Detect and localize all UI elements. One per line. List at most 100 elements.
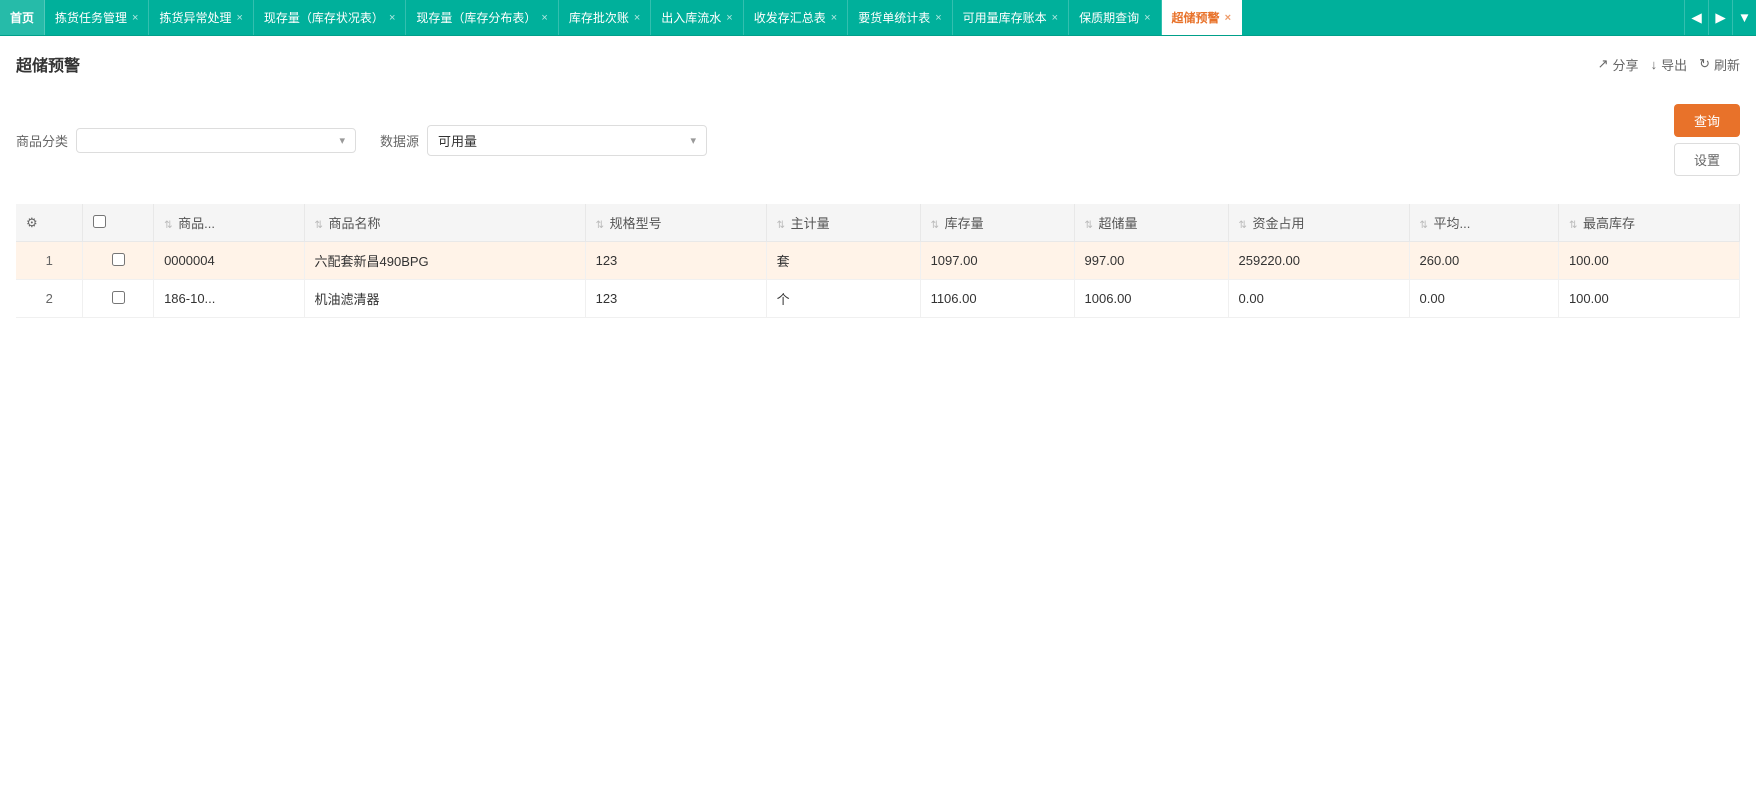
nav-item-batch[interactable]: 库存批次账 × [559, 0, 651, 35]
datasource-select[interactable]: 可用量 ▾ [427, 125, 707, 156]
nav-item-inventory-dist[interactable]: 现存量（库存分布表） × [406, 0, 558, 35]
nav-close-icon[interactable]: × [132, 12, 138, 24]
col-product-code[interactable]: ⇅ 商品... [154, 204, 304, 242]
nav-label: 收发存汇总表 [754, 9, 826, 26]
nav-item-inout-flow[interactable]: 出入库流水 × [651, 0, 743, 35]
share-label: 分享 [1613, 55, 1639, 74]
nav-more-button[interactable]: ▼ [1732, 0, 1756, 36]
export-icon: ↓ [1651, 57, 1658, 72]
select-all-checkbox[interactable] [93, 215, 106, 228]
nav-item-abnormal[interactable]: 拣货异常处理 × [149, 0, 253, 35]
datasource-value: 可用量 [438, 131, 477, 150]
sort-icon: ⇅ [1420, 220, 1428, 231]
col-settings: ⚙ [16, 204, 83, 242]
nav-close-icon[interactable]: × [389, 12, 395, 24]
nav-prev-button[interactable]: ◀ [1684, 0, 1708, 36]
col-label: 规格型号 [610, 216, 662, 231]
nav-close-icon[interactable]: × [1225, 12, 1231, 24]
nav-item-home[interactable]: 首页 [0, 0, 45, 35]
stock: 1106.00 [920, 280, 1074, 318]
nav-label: 出入库流水 [661, 9, 721, 26]
table-row: 2 186-10... 机油滤清器 123 个 1106.00 1006.00 … [16, 280, 1740, 318]
nav-label: 现存量（库存状况表） [264, 9, 384, 26]
nav-close-icon[interactable]: × [541, 12, 547, 24]
nav-item-quality-check[interactable]: 保质期查询 × [1069, 0, 1161, 35]
sort-icon: ⇅ [164, 220, 172, 231]
query-button[interactable]: 查询 [1674, 104, 1740, 137]
row-checkbox-cell [83, 280, 154, 318]
unit: 套 [766, 242, 920, 280]
row-number: 1 [16, 242, 83, 280]
nav-close-icon[interactable]: × [831, 12, 837, 24]
nav-item-overstock-warning[interactable]: 超储预警 × [1162, 0, 1242, 35]
nav-close-icon[interactable]: × [935, 12, 941, 24]
row-checkbox[interactable] [112, 291, 125, 304]
category-select[interactable]: ▾ [76, 128, 356, 153]
sort-icon: ⇅ [931, 220, 939, 231]
nav-label: 保质期查询 [1079, 9, 1139, 26]
chevron-down-icon: ▾ [691, 134, 697, 147]
nav-label: 超储预警 [1172, 9, 1220, 26]
product-name: 机油滤清器 [304, 280, 585, 318]
sort-icon: ⇅ [1239, 220, 1247, 231]
spec: 123 [585, 242, 766, 280]
capital: 259220.00 [1228, 242, 1409, 280]
nav-label: 可用量库存账本 [963, 9, 1047, 26]
nav-close-icon[interactable]: × [634, 12, 640, 24]
col-unit[interactable]: ⇅ 主计量 [766, 204, 920, 242]
nav-item-collect-summary[interactable]: 收发存汇总表 × [744, 0, 848, 35]
nav-item-available-ledger[interactable]: 可用量库存账本 × [953, 0, 1069, 35]
col-capital[interactable]: ⇅ 资金占用 [1228, 204, 1409, 242]
table-header-row: ⚙ ⇅ 商品... ⇅ 商品名称 ⇅ 规格型号 ⇅ [16, 204, 1740, 242]
avg: 260.00 [1409, 242, 1558, 280]
col-max-stock[interactable]: ⇅ 最高库存 [1558, 204, 1739, 242]
nav-bar: 首页 拣货任务管理 × 拣货异常处理 × 现存量（库存状况表） × 现存量（库存… [0, 0, 1756, 36]
col-label: 商品... [178, 216, 215, 231]
capital: 0.00 [1228, 280, 1409, 318]
nav-home-label: 首页 [10, 9, 34, 26]
product-name: 六配套新昌490BPG [304, 242, 585, 280]
col-stock[interactable]: ⇅ 库存量 [920, 204, 1074, 242]
nav-close-icon[interactable]: × [1052, 12, 1058, 24]
nav-item-task-mgmt[interactable]: 拣货任务管理 × [45, 0, 149, 35]
table-row: 1 0000004 六配套新昌490BPG 123 套 1097.00 997.… [16, 242, 1740, 280]
nav-label: 库存批次账 [569, 9, 629, 26]
col-label: 最高库存 [1583, 216, 1635, 231]
col-spec[interactable]: ⇅ 规格型号 [585, 204, 766, 242]
col-avg[interactable]: ⇅ 平均... [1409, 204, 1558, 242]
share-icon: ↗ [1598, 56, 1609, 72]
category-filter: 商品分类 ▾ [16, 128, 356, 153]
share-button[interactable]: ↗ 分享 [1598, 55, 1639, 74]
export-label: 导出 [1661, 55, 1687, 74]
sort-icon: ⇅ [1569, 220, 1577, 231]
data-table: ⚙ ⇅ 商品... ⇅ 商品名称 ⇅ 规格型号 ⇅ [16, 204, 1740, 318]
refresh-button[interactable]: ↻ 刷新 [1699, 55, 1740, 74]
action-buttons: 查询 设置 [1674, 104, 1740, 176]
settings-icon[interactable]: ⚙ [26, 215, 38, 230]
nav-label: 拣货异常处理 [159, 9, 231, 26]
nav-next-button[interactable]: ▶ [1708, 0, 1732, 36]
row-checkbox-cell [83, 242, 154, 280]
col-overstock[interactable]: ⇅ 超储量 [1074, 204, 1228, 242]
row-number: 2 [16, 280, 83, 318]
nav-close-icon[interactable]: × [726, 12, 732, 24]
col-product-name[interactable]: ⇅ 商品名称 [304, 204, 585, 242]
col-label: 平均... [1434, 216, 1471, 231]
nav-close-icon[interactable]: × [236, 12, 242, 24]
settings-button[interactable]: 设置 [1674, 143, 1740, 176]
row-checkbox[interactable] [112, 253, 125, 266]
col-label: 主计量 [791, 216, 830, 231]
nav-close-icon[interactable]: × [1144, 12, 1150, 24]
max-stock: 100.00 [1558, 242, 1739, 280]
export-button[interactable]: ↓ 导出 [1651, 55, 1688, 74]
page-actions: ↗ 分享 ↓ 导出 ↻ 刷新 [1598, 55, 1740, 74]
nav-item-inventory-status[interactable]: 现存量（库存状况表） × [254, 0, 406, 35]
stock: 1097.00 [920, 242, 1074, 280]
chevron-down-icon: ▾ [339, 134, 345, 147]
page-content: 超储预警 ↗ 分享 ↓ 导出 ↻ 刷新 商品分类 ▾ [0, 36, 1756, 800]
nav-label: 现存量（库存分布表） [416, 9, 536, 26]
datasource-filter: 数据源 可用量 ▾ [380, 125, 707, 156]
col-label: 库存量 [945, 216, 984, 231]
nav-item-order-stats[interactable]: 要货单统计表 × [848, 0, 952, 35]
max-stock: 100.00 [1558, 280, 1739, 318]
